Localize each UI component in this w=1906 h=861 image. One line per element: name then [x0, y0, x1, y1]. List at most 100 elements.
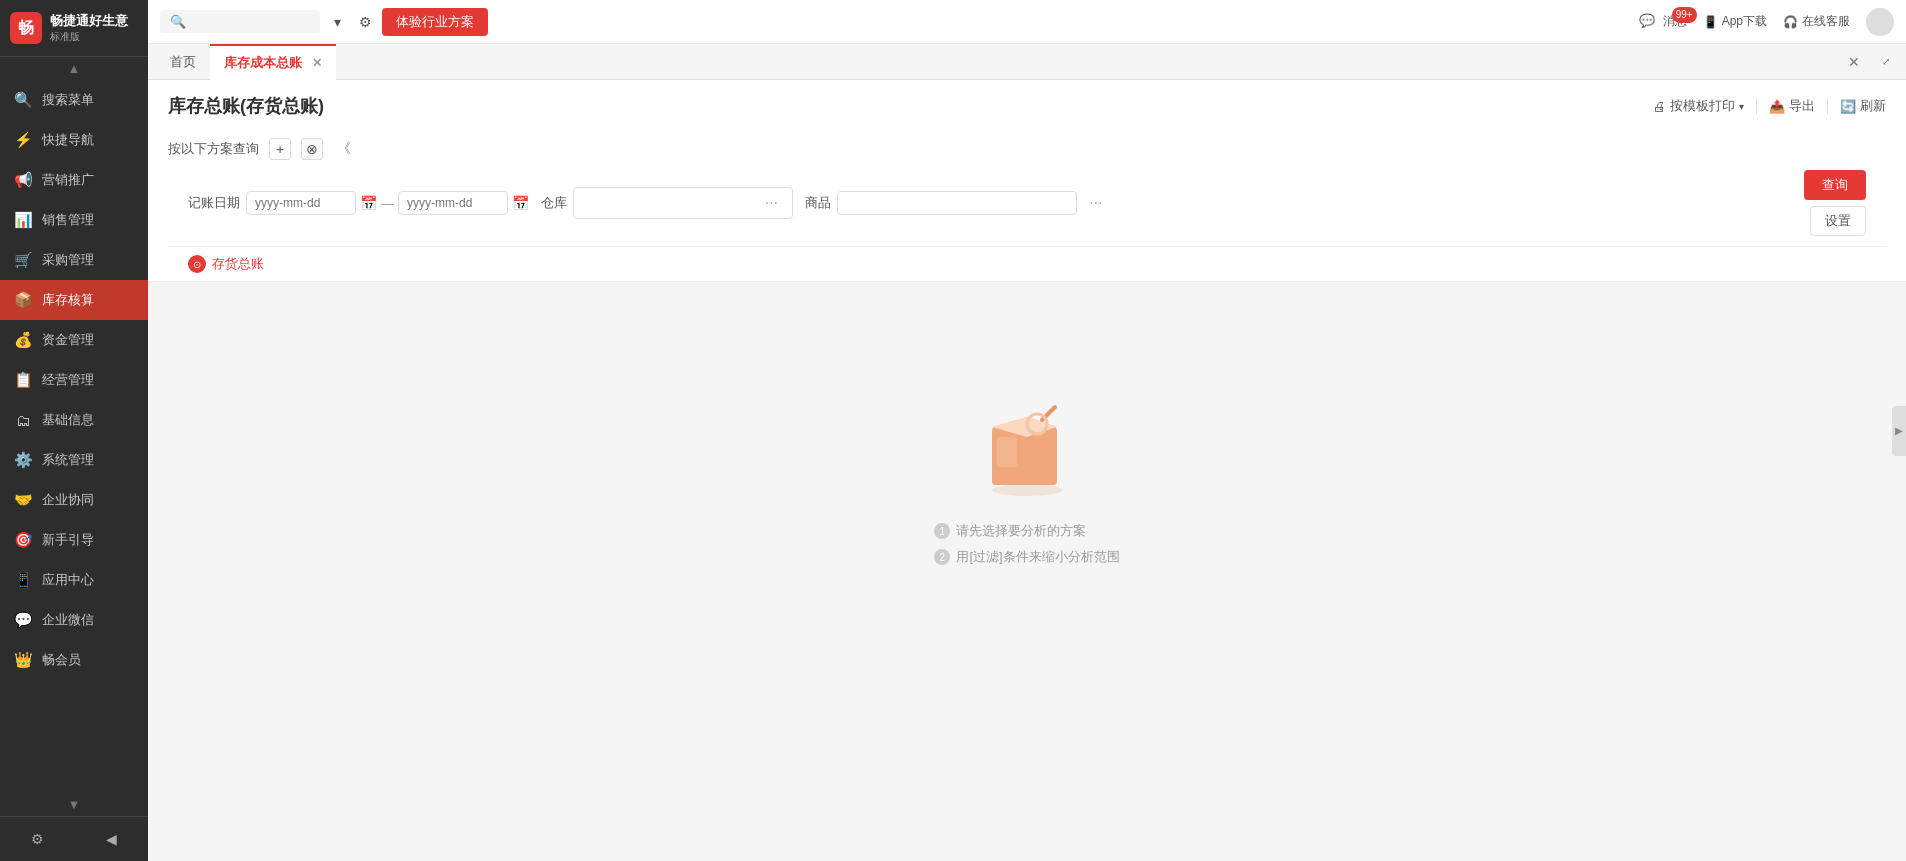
print-icon: 🖨 — [1653, 99, 1666, 114]
schema-icon: ⊙ — [188, 255, 206, 273]
sidebar-item-sales[interactable]: 📊 销售管理 — [0, 200, 148, 240]
topbar-search-box[interactable]: 🔍 — [160, 10, 320, 33]
refresh-label: 刷新 — [1860, 97, 1886, 115]
schema-item-inventory[interactable]: ⊙ 存货总账 — [188, 255, 264, 273]
sidebar-item-finance[interactable]: 💰 资金管理 — [0, 320, 148, 360]
query-btn[interactable]: 查询 — [1804, 170, 1866, 200]
topbar-settings-btn[interactable]: ⚙ — [354, 11, 376, 33]
refresh-btn[interactable]: 🔄 刷新 — [1840, 97, 1886, 115]
logo-text: 畅捷通好生意 标准版 — [50, 13, 128, 43]
close-panel-btn[interactable]: ✕ — [1842, 50, 1866, 74]
sidebar-item-label-wechat: 企业微信 — [42, 611, 94, 629]
hint-text-1: 请先选择要分析的方案 — [956, 522, 1086, 540]
empty-hints: 1 请先选择要分析的方案 2 用[过滤]条件来缩小分析范围 — [934, 522, 1119, 566]
page-title-row: 库存总账(存货总账) 🖨 按模板打印 ▾ 📤 导出 🔄 — [168, 94, 1886, 128]
sidebar-item-label-inventory: 库存核算 — [42, 291, 94, 309]
sidebar-scroll-down[interactable]: ▼ — [0, 793, 148, 816]
filter-remove-btn[interactable]: ⊗ — [301, 138, 323, 160]
hint-num-1: 1 — [934, 523, 950, 539]
tab-inventory-cost[interactable]: 库存成本总账 ✕ — [210, 44, 336, 80]
sidebar-bottom: ⚙ ◀ — [0, 816, 148, 861]
sidebar-item-appstore[interactable]: 📱 应用中心 — [0, 560, 148, 600]
sidebar-item-label-shortcut: 快捷导航 — [42, 131, 94, 149]
topbar-chevron-btn[interactable]: ▾ — [326, 11, 348, 33]
print-btn[interactable]: 🖨 按模板打印 ▾ — [1653, 97, 1744, 115]
empty-hint-1: 1 请先选择要分析的方案 — [934, 522, 1119, 540]
product-label: 商品 — [805, 194, 831, 212]
sidebar-item-inventory[interactable]: 📦 库存核算 — [0, 280, 148, 320]
print-label: 按模板打印 — [1670, 97, 1735, 115]
sidebar-item-purchase[interactable]: 🛒 采购管理 — [0, 240, 148, 280]
sidebar-settings-btn[interactable]: ⚙ — [25, 825, 50, 853]
export-btn[interactable]: 📤 导出 — [1769, 97, 1815, 115]
app-download-label: App下载 — [1722, 13, 1767, 30]
divider1 — [1756, 98, 1757, 114]
sidebar-item-search[interactable]: 🔍 搜索菜单 — [0, 80, 148, 120]
tab-home[interactable]: 首页 — [156, 45, 210, 79]
sidebar-item-member[interactable]: 👑 畅会员 — [0, 640, 148, 680]
warehouse-input[interactable]: ··· — [573, 187, 793, 219]
marketing-icon: 📢 — [14, 171, 32, 189]
sidebar-item-label-operations: 经营管理 — [42, 371, 94, 389]
message-badge: 99+ — [1672, 7, 1697, 23]
brand-name: 畅捷通好生意 — [50, 13, 128, 30]
logo-icon: 畅 — [10, 12, 42, 44]
tabbar-actions: ✕ ⤢ — [1842, 50, 1906, 74]
main-area: 🔍 ▾ ⚙ 体验行业方案 💬 99+ 消息 📱 App下载 🎧 在线客服 — [148, 0, 1906, 861]
calendar-end-icon[interactable]: 📅 — [512, 195, 529, 211]
sidebar-item-label-basic: 基础信息 — [42, 411, 94, 429]
sidebar-item-wechat[interactable]: 💬 企业微信 — [0, 600, 148, 640]
tab-close-icon[interactable]: ✕ — [312, 56, 322, 70]
headset-icon: 🎧 — [1783, 15, 1798, 29]
sidebar-item-system[interactable]: ⚙️ 系统管理 — [0, 440, 148, 480]
calendar-start-icon[interactable]: 📅 — [360, 195, 377, 211]
sidebar-item-label-newbie: 新手引导 — [42, 531, 94, 549]
user-avatar[interactable] — [1866, 8, 1894, 36]
page-title-actions: 🖨 按模板打印 ▾ 📤 导出 🔄 刷新 — [1653, 97, 1886, 115]
action-buttons: 查询 设置 — [1804, 170, 1866, 236]
tab-inventory-cost-label: 库存成本总账 — [224, 54, 302, 72]
warehouse-label: 仓库 — [541, 194, 567, 212]
schema-area: ⊙ 存货总账 — [168, 246, 1886, 281]
right-panel-toggle[interactable]: ▶ — [1892, 406, 1906, 456]
page-header: 库存总账(存货总账) 🖨 按模板打印 ▾ 📤 导出 🔄 — [148, 80, 1906, 282]
empty-svg — [967, 382, 1087, 502]
search-icon-topbar: 🔍 — [170, 14, 186, 29]
sidebar-item-enterprise[interactable]: 🤝 企业协同 — [0, 480, 148, 520]
expand-panel-btn[interactable]: ⤢ — [1874, 50, 1898, 74]
filter-collapse-btn[interactable]: 《 — [333, 138, 355, 160]
online-service-btn[interactable]: 🎧 在线客服 — [1783, 13, 1850, 30]
svg-point-0 — [992, 484, 1062, 496]
basic-icon: 🗂 — [14, 412, 32, 429]
sidebar-item-newbie[interactable]: 🎯 新手引导 — [0, 520, 148, 560]
sidebar-item-basic[interactable]: 🗂 基础信息 — [0, 400, 148, 440]
sidebar-collapse-btn[interactable]: ◀ — [100, 825, 123, 853]
industry-solution-btn[interactable]: 体验行业方案 — [382, 8, 488, 36]
sidebar-item-operations[interactable]: 📋 经营管理 — [0, 360, 148, 400]
sidebar-item-marketing[interactable]: 📢 营销推广 — [0, 160, 148, 200]
enterprise-icon: 🤝 — [14, 491, 32, 509]
topbar-left: 🔍 ▾ ⚙ 体验行业方案 — [160, 8, 1631, 36]
svg-rect-5 — [997, 437, 1017, 467]
product-more-icon[interactable]: ··· — [1083, 192, 1108, 214]
date-separator: — — [381, 196, 394, 211]
topbar-right: 💬 99+ 消息 📱 App下载 🎧 在线客服 — [1639, 8, 1894, 36]
product-input[interactable] — [837, 191, 1077, 215]
app-download-btn[interactable]: 📱 App下载 — [1703, 13, 1767, 30]
inventory-icon: 📦 — [14, 291, 32, 309]
date-start-input[interactable] — [246, 191, 356, 215]
filter-add-btn[interactable]: + — [269, 138, 291, 160]
date-end-input[interactable] — [398, 191, 508, 215]
sidebar-item-label-search: 搜索菜单 — [42, 91, 94, 109]
export-icon: 📤 — [1769, 99, 1785, 114]
sidebar-item-shortcut[interactable]: ⚡ 快捷导航 — [0, 120, 148, 160]
product-filter: 商品 ··· — [805, 191, 1108, 215]
warehouse-more-icon[interactable]: ··· — [759, 192, 784, 214]
message-btn[interactable]: 💬 99+ 消息 — [1639, 13, 1687, 30]
date-input-group: 📅 — 📅 — [246, 191, 529, 215]
download-icon: 📱 — [1703, 15, 1718, 29]
sidebar-scroll-up[interactable]: ▲ — [0, 57, 148, 80]
sidebar-nav: 🔍 搜索菜单 ⚡ 快捷导航 📢 营销推广 📊 销售管理 🛒 采购管理 📦 库存核… — [0, 80, 148, 793]
settings-btn[interactable]: 设置 — [1810, 206, 1866, 236]
sidebar-item-label-system: 系统管理 — [42, 451, 94, 469]
